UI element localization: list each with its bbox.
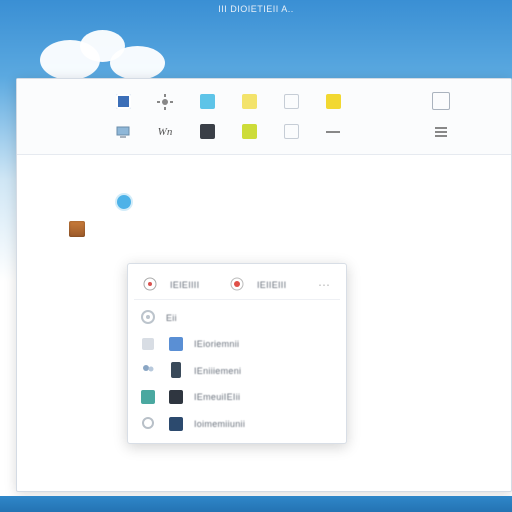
lime-icon[interactable] <box>239 122 259 143</box>
panel-row-label: IEmeuiIEIii <box>194 392 336 402</box>
settings-icon[interactable] <box>155 92 175 113</box>
panel-row[interactable]: IEioriemnii <box>134 331 340 357</box>
note-icon[interactable] <box>239 92 259 113</box>
side-app-icon[interactable] <box>69 221 85 237</box>
people-icon <box>138 360 158 381</box>
panel-row-label: Ioimemiiunii <box>194 419 336 429</box>
panel-label: IEIEIIII <box>170 280 217 290</box>
computer-icon[interactable] <box>113 122 133 143</box>
minus-icon[interactable] <box>323 122 343 142</box>
round-icon <box>138 413 158 434</box>
taskbar[interactable] <box>0 496 512 512</box>
script-icon[interactable]: Wn <box>155 122 175 142</box>
app-window: Wn IEIEIIII IEIIEIII ⋯ Eii IEioriemnii IEnii… <box>16 78 512 492</box>
app-sq-icon <box>138 387 158 407</box>
blank-icon[interactable] <box>281 122 301 143</box>
panel-row[interactable]: IEniiiemeni <box>134 357 340 384</box>
dark-sq-icon <box>166 387 186 407</box>
panel-row-label: IEniiiemeni <box>194 366 336 376</box>
folder-icon[interactable] <box>197 92 217 113</box>
more-icon[interactable]: ⋯ <box>314 275 334 295</box>
dark-icon[interactable] <box>197 122 217 143</box>
panel-row[interactable]: Eii <box>134 304 340 331</box>
phone-icon <box>166 360 186 381</box>
bars-icon[interactable] <box>431 122 451 143</box>
title-bar: III DIOIETIEII A.. <box>0 4 512 14</box>
mini-icon <box>138 334 158 354</box>
dropdown-panel: IEIEIIII IEIIEIII ⋯ Eii IEioriemnii IEniiiem… <box>127 263 347 444</box>
empty-icon[interactable] <box>281 92 301 113</box>
panel-row-label: Eii <box>166 313 336 323</box>
panel-label-2: IEIIEIII <box>257 280 304 290</box>
tag-icon[interactable] <box>323 92 343 113</box>
blue-sq-icon <box>166 334 186 354</box>
record-icon <box>227 274 247 295</box>
disc-icon <box>138 307 158 328</box>
target-icon <box>140 274 160 295</box>
desktop: III DIOIETIEII A.. Wn IEIEIIII IEIIEIII ⋯ … <box>0 0 512 512</box>
panel-row[interactable]: Ioimemiiunii <box>134 410 340 437</box>
frame-icon[interactable] <box>431 91 451 113</box>
navy-sq-icon <box>166 414 186 434</box>
panel-row-label: IEioriemnii <box>194 339 336 349</box>
panel-row[interactable]: IEmeuiIEIii <box>134 384 340 410</box>
ribbon: Wn <box>17 79 511 155</box>
notification-badge[interactable] <box>117 195 131 209</box>
app-icon[interactable] <box>113 92 133 113</box>
